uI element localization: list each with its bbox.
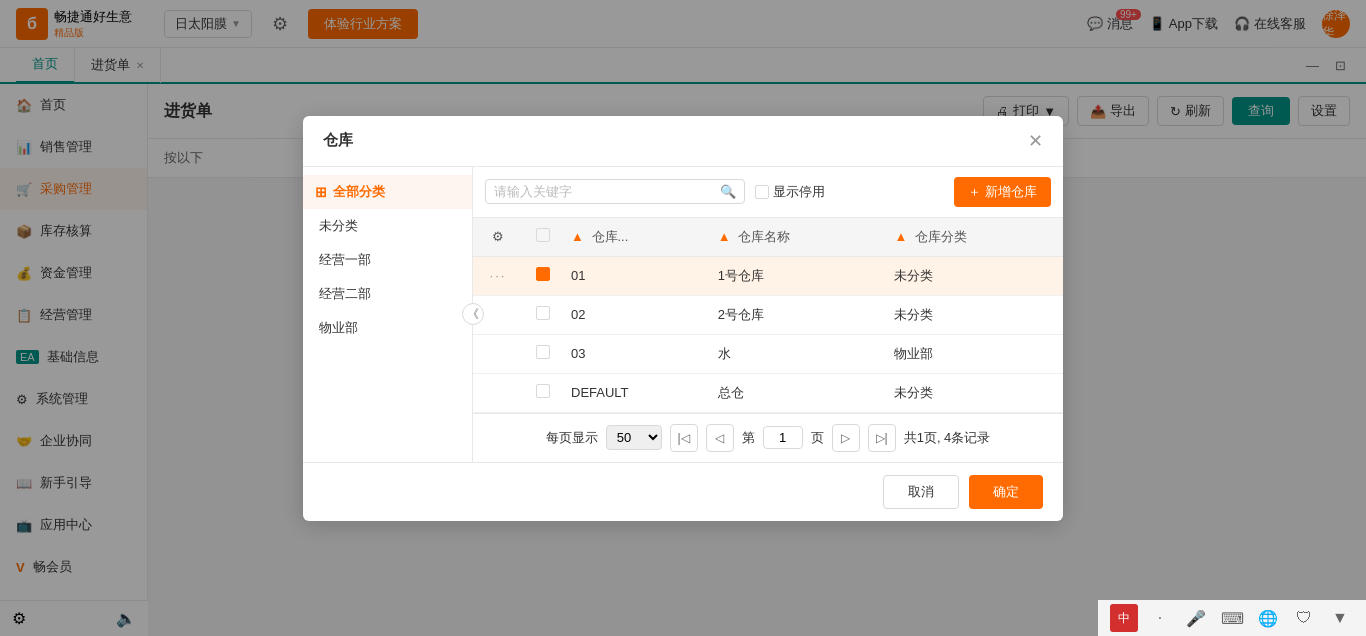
table-row[interactable]: 02 2号仓库 未分类 xyxy=(473,295,1063,334)
grid-icon: ⊞ xyxy=(315,184,327,200)
modal-footer: 取消 确定 xyxy=(303,462,1063,521)
per-page-label: 每页显示 xyxy=(546,429,598,447)
page-unit: 页 xyxy=(811,429,824,447)
cat-item-unclassified[interactable]: 未分类 xyxy=(303,209,472,243)
row-name: 总仓 xyxy=(710,373,887,412)
pagination: 每页显示 50 100 |◁ ◁ 第 页 ▷ ▷| 共1页, 4条记录 xyxy=(473,413,1063,462)
data-table: ⚙ ▲ 仓库... ▲ 仓库名称 xyxy=(473,218,1063,413)
search-icon[interactable]: 🔍 xyxy=(720,184,736,199)
row-checkbox[interactable] xyxy=(536,384,550,398)
first-page-button[interactable]: |◁ xyxy=(670,424,698,452)
row-num: 03 xyxy=(563,334,710,373)
row-checkbox-cell xyxy=(523,256,563,295)
prev-page-button[interactable]: ◁ xyxy=(706,424,734,452)
bottom-icon-zh[interactable]: 中 xyxy=(1110,604,1138,632)
modal-header: 仓库 ✕ xyxy=(303,116,1063,167)
cat-all-label: 全部分类 xyxy=(333,183,385,201)
show-disabled-label: 显示停用 xyxy=(773,183,825,201)
bottom-icon-dot[interactable]: · xyxy=(1146,604,1174,632)
row-category: 未分类 xyxy=(886,295,1063,334)
more-dots-icon[interactable]: ··· xyxy=(490,268,507,283)
header-checkbox[interactable] xyxy=(536,228,550,242)
modal-body: ⊞ 全部分类 未分类 经营一部 经营二部 物业部 《 🔍 xyxy=(303,167,1063,462)
add-warehouse-button[interactable]: ＋ 新增仓库 xyxy=(954,177,1051,207)
cat-all-item[interactable]: ⊞ 全部分类 xyxy=(303,175,472,209)
col-category: ▲ 仓库分类 xyxy=(886,218,1063,257)
sort-icon: ▲ xyxy=(571,229,584,244)
row-category: 未分类 xyxy=(886,256,1063,295)
table-row[interactable]: ··· 01 1号仓库 未分类 xyxy=(473,256,1063,295)
row-checkbox-cell xyxy=(523,373,563,412)
next-page-button[interactable]: ▷ xyxy=(832,424,860,452)
row-num: DEFAULT xyxy=(563,373,710,412)
bottom-keyboard-icon[interactable]: ⌨ xyxy=(1218,604,1246,632)
search-box: 🔍 xyxy=(485,179,745,204)
bottom-shield-icon[interactable]: 🛡 xyxy=(1290,604,1318,632)
modal-overlay[interactable]: 仓库 ✕ ⊞ 全部分类 未分类 经营一部 经营二部 物业部 《 xyxy=(0,0,1366,636)
row-checkbox[interactable] xyxy=(536,306,550,320)
table-toolbar: 🔍 显示停用 ＋ 新增仓库 xyxy=(473,167,1063,218)
confirm-button[interactable]: 确定 xyxy=(969,475,1043,509)
cancel-button[interactable]: 取消 xyxy=(883,475,959,509)
warehouse-table: ⚙ ▲ 仓库... ▲ 仓库名称 xyxy=(473,218,1063,413)
bottom-lang-icon[interactable]: 🌐 xyxy=(1254,604,1282,632)
table-area: 🔍 显示停用 ＋ 新增仓库 ⚙ xyxy=(473,167,1063,462)
row-checkbox[interactable] xyxy=(536,267,550,281)
cat-item-dept2[interactable]: 经营二部 xyxy=(303,277,472,311)
table-row[interactable]: DEFAULT 总仓 未分类 xyxy=(473,373,1063,412)
row-more[interactable] xyxy=(473,334,523,373)
table-row[interactable]: 03 水 物业部 xyxy=(473,334,1063,373)
row-name: 1号仓库 xyxy=(710,256,887,295)
last-page-button[interactable]: ▷| xyxy=(868,424,896,452)
table-header-row: ⚙ ▲ 仓库... ▲ 仓库名称 xyxy=(473,218,1063,257)
col-code: ▲ 仓库... xyxy=(563,218,710,257)
show-disabled-toggle[interactable]: 显示停用 xyxy=(755,183,825,201)
page-label: 第 xyxy=(742,429,755,447)
row-category: 物业部 xyxy=(886,334,1063,373)
row-checkbox-cell xyxy=(523,334,563,373)
search-input[interactable] xyxy=(494,184,714,199)
row-category: 未分类 xyxy=(886,373,1063,412)
col-settings: ⚙ xyxy=(473,218,523,257)
modal-title: 仓库 xyxy=(323,131,353,150)
modal-close-button[interactable]: ✕ xyxy=(1028,130,1043,152)
category-sidebar: ⊞ 全部分类 未分类 经营一部 经营二部 物业部 《 xyxy=(303,167,473,462)
row-name: 2号仓库 xyxy=(710,295,887,334)
col-check xyxy=(523,218,563,257)
category-collapse-button[interactable]: 《 xyxy=(462,303,484,325)
total-info: 共1页, 4条记录 xyxy=(904,429,991,447)
cat-item-property[interactable]: 物业部 xyxy=(303,311,472,345)
sort-cat-icon: ▲ xyxy=(894,229,907,244)
bottom-arrow-icon[interactable]: ▼ xyxy=(1326,604,1354,632)
show-disabled-checkbox[interactable] xyxy=(755,185,769,199)
row-more[interactable] xyxy=(473,373,523,412)
bottom-bar: 中 · 🎤 ⌨ 🌐 🛡 ▼ xyxy=(1098,600,1366,636)
bottom-mic-icon[interactable]: 🎤 xyxy=(1182,604,1210,632)
warehouse-modal: 仓库 ✕ ⊞ 全部分类 未分类 经营一部 经营二部 物业部 《 xyxy=(303,116,1063,521)
row-more[interactable]: ··· xyxy=(473,256,523,295)
row-name: 水 xyxy=(710,334,887,373)
col-name: ▲ 仓库名称 xyxy=(710,218,887,257)
row-num: 01 xyxy=(563,256,710,295)
cat-item-dept1[interactable]: 经营一部 xyxy=(303,243,472,277)
row-num: 02 xyxy=(563,295,710,334)
page-number-input[interactable] xyxy=(763,426,803,449)
row-checkbox-cell xyxy=(523,295,563,334)
per-page-select[interactable]: 50 100 xyxy=(606,425,662,450)
row-checkbox[interactable] xyxy=(536,345,550,359)
sort-name-icon: ▲ xyxy=(718,229,731,244)
